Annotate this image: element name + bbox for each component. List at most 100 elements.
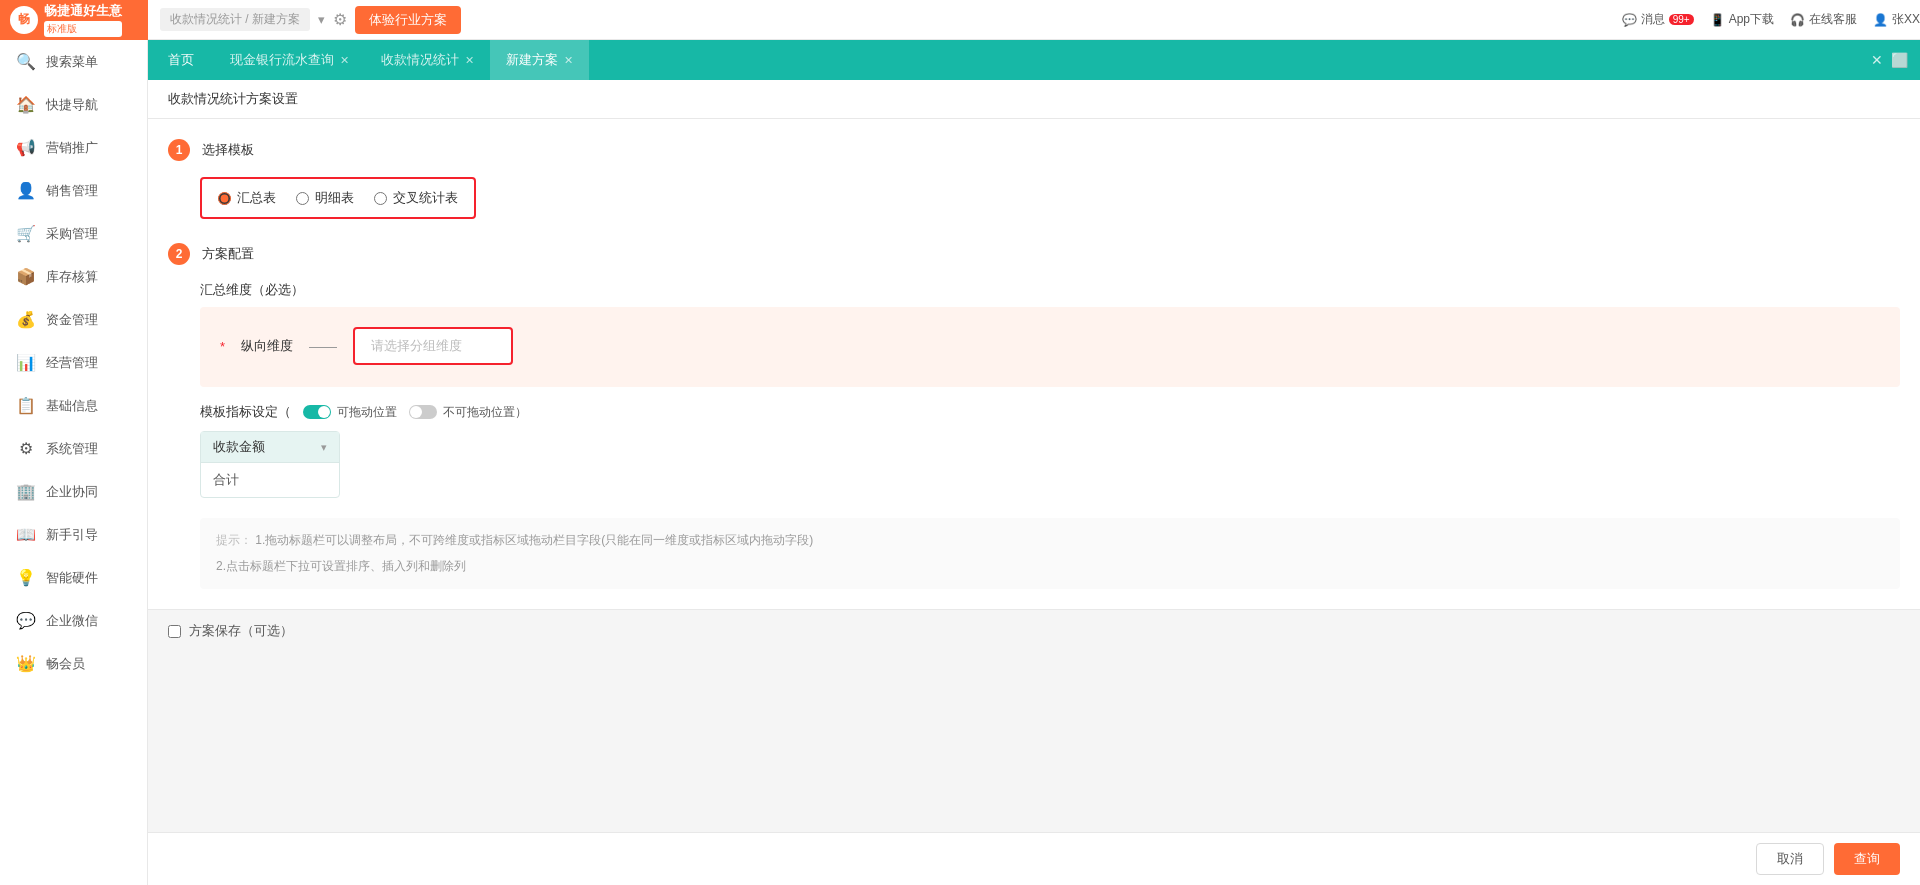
tips-item-1: 1.拖动标题栏可以调整布局，不可跨维度或指标区域拖动栏目字段(只能在同一维度或指…: [255, 533, 813, 547]
logo-badge: 标准版: [44, 21, 122, 37]
header-actions: 💬 消息 99+ 📱 App下载 🎧 在线客服 👤 张XX: [1622, 11, 1920, 28]
page-title: 收款情况统计方案设置: [168, 91, 298, 106]
sidebar-label-system: 系统管理: [46, 440, 98, 458]
drag-indicator-inactive: [409, 405, 437, 419]
purchase-icon: 🛒: [16, 224, 36, 243]
radio-summary-input[interactable]: [218, 192, 231, 205]
metrics-header: 模板指标设定（ 可拖动位置 不可拖动位置）: [200, 403, 1900, 421]
sidebar-label-home: 快捷导航: [46, 96, 98, 114]
save-row: 方案保存（可选）: [148, 609, 1920, 652]
radio-detail-label: 明细表: [315, 189, 354, 207]
tab-new-plan-label: 新建方案: [506, 51, 558, 69]
radio-cross-input[interactable]: [374, 192, 387, 205]
tab-collections-label: 收款情况统计: [381, 51, 459, 69]
guide-icon: 📖: [16, 525, 36, 544]
dimension-row: * 纵向维度 —— 请选择分组维度: [220, 327, 1880, 365]
gear-icon[interactable]: ⚙: [333, 10, 347, 29]
basics-icon: 📋: [16, 396, 36, 415]
tab-home-label: 首页: [168, 51, 194, 69]
sidebar-label-enterprise: 企业协同: [46, 483, 98, 501]
logo-title: 畅捷通好生意: [44, 2, 122, 20]
tab-cashflow-close[interactable]: ✕: [340, 54, 349, 67]
sidebar-label-search: 搜索菜单: [46, 53, 98, 71]
form-section: 1 选择模板 汇总表 明细表: [148, 119, 1920, 609]
vertical-label: 纵向维度: [241, 337, 293, 355]
radio-cross-label: 交叉统计表: [393, 189, 458, 207]
step2-row: 2 方案配置: [168, 243, 1900, 265]
step1-row: 1 选择模板: [168, 139, 1900, 161]
tab-collections-close[interactable]: ✕: [465, 54, 474, 67]
tab-maximize-icon[interactable]: ⬜: [1891, 52, 1908, 68]
marketing-icon: 📢: [16, 138, 36, 157]
sidebar-item-search[interactable]: 🔍 搜索菜单: [0, 40, 147, 83]
user-name: 张XX: [1892, 11, 1920, 28]
not-draggable-badge: 不可拖动位置）: [409, 404, 527, 421]
stats-col-header: 收款金额: [213, 438, 265, 456]
logo-area: 畅 畅捷通好生意 标准版: [0, 0, 148, 40]
search-icon: 🔍: [16, 52, 36, 71]
inventory-icon: 📦: [16, 267, 36, 286]
sidebar-item-hardware[interactable]: 💡 智能硬件: [0, 556, 147, 599]
sidebar-item-system[interactable]: ⚙ 系统管理: [0, 427, 147, 470]
save-label[interactable]: 方案保存（可选）: [189, 622, 293, 640]
radio-cross[interactable]: 交叉统计表: [374, 189, 458, 207]
radio-summary[interactable]: 汇总表: [218, 189, 276, 207]
sidebar: 🔍 搜索菜单 🏠 快捷导航 📢 营销推广 👤 销售管理 🛒 采购管理 📦 库存核…: [0, 40, 148, 885]
breadcrumb-dropdown-icon[interactable]: ▾: [318, 12, 325, 27]
step1-label: 选择模板: [202, 141, 254, 159]
tab-new-plan-close[interactable]: ✕: [564, 54, 573, 67]
user-avatar: 👤: [1873, 13, 1888, 27]
sidebar-item-home[interactable]: 🏠 快捷导航: [0, 83, 147, 126]
tab-close-icon[interactable]: ✕: [1871, 52, 1883, 68]
sidebar-item-guide[interactable]: 📖 新手引导: [0, 513, 147, 556]
tab-collections[interactable]: 收款情况统计 ✕: [365, 40, 490, 80]
sidebar-item-marketing[interactable]: 📢 营销推广: [0, 126, 147, 169]
sidebar-item-purchase[interactable]: 🛒 采购管理: [0, 212, 147, 255]
sidebar-item-wechat[interactable]: 💬 企业微信: [0, 599, 147, 642]
tab-new-plan[interactable]: 新建方案 ✕: [490, 40, 589, 80]
sidebar-item-sales[interactable]: 👤 销售管理: [0, 169, 147, 212]
service-item[interactable]: 🎧 在线客服: [1790, 11, 1857, 28]
hardware-icon: 💡: [16, 568, 36, 587]
system-icon: ⚙: [16, 439, 36, 458]
dimension-area: * 纵向维度 —— 请选择分组维度: [200, 307, 1900, 387]
sidebar-item-basics[interactable]: 📋 基础信息: [0, 384, 147, 427]
page-content: 收款情况统计方案设置 1 选择模板 汇总表: [148, 80, 1920, 832]
tab-home[interactable]: 首页: [148, 40, 214, 80]
required-mark: *: [220, 339, 225, 354]
radio-summary-label: 汇总表: [237, 189, 276, 207]
dimension-input[interactable]: 请选择分组维度: [353, 327, 513, 365]
query-button[interactable]: 查询: [1834, 843, 1900, 875]
sidebar-item-enterprise[interactable]: 🏢 企业协同: [0, 470, 147, 513]
sidebar-item-finance[interactable]: 💰 资金管理: [0, 298, 147, 341]
metrics-config: 模板指标设定（ 可拖动位置 不可拖动位置）: [200, 403, 1900, 498]
download-item[interactable]: 📱 App下载: [1710, 11, 1774, 28]
sidebar-label-member: 畅会员: [46, 655, 85, 673]
stats-dropdown-icon[interactable]: ▾: [321, 441, 327, 454]
user-item[interactable]: 👤 张XX: [1873, 11, 1920, 28]
metrics-title: 模板指标设定（: [200, 403, 291, 421]
stats-col-sub: 合计: [213, 472, 239, 487]
sales-icon: 👤: [16, 181, 36, 200]
industry-button[interactable]: 体验行业方案: [355, 6, 461, 34]
dimension-arrow: ——: [309, 338, 337, 354]
sidebar-label-inventory: 库存核算: [46, 268, 98, 286]
tab-bar-actions: ✕ ⬜: [1871, 52, 1920, 68]
cancel-button[interactable]: 取消: [1756, 843, 1824, 875]
tab-cashflow-label: 现金银行流水查询: [230, 51, 334, 69]
sidebar-item-member[interactable]: 👑 畅会员: [0, 642, 147, 685]
sidebar-item-inventory[interactable]: 📦 库存核算: [0, 255, 147, 298]
step2-num: 2: [168, 243, 190, 265]
sidebar-label-management: 经营管理: [46, 354, 98, 372]
sidebar-label-marketing: 营销推广: [46, 139, 98, 157]
save-checkbox[interactable]: [168, 625, 181, 638]
message-item[interactable]: 💬 消息 99+: [1622, 11, 1694, 28]
management-icon: 📊: [16, 353, 36, 372]
radio-detail[interactable]: 明细表: [296, 189, 354, 207]
page-title-bar: 收款情况统计方案设置: [148, 80, 1920, 119]
radio-detail-input[interactable]: [296, 192, 309, 205]
breadcrumb: 收款情况统计 / 新建方案: [160, 8, 310, 31]
sidebar-item-management[interactable]: 📊 经营管理: [0, 341, 147, 384]
download-label: App下载: [1729, 11, 1774, 28]
tab-cashflow[interactable]: 现金银行流水查询 ✕: [214, 40, 365, 80]
